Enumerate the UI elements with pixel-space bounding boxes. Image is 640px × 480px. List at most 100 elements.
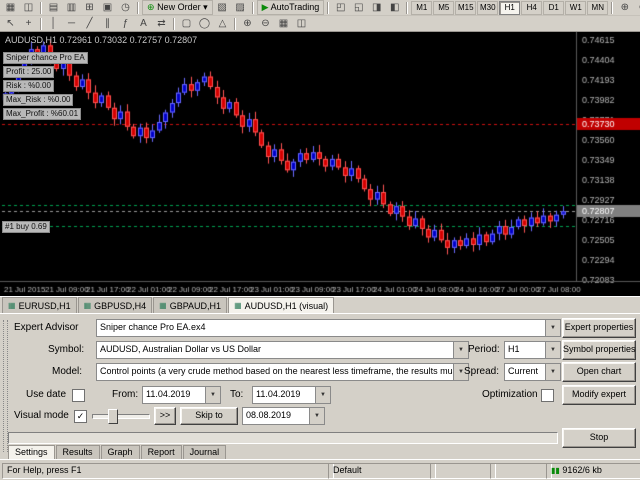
- chevron-down-icon[interactable]: ▼: [315, 387, 330, 403]
- to-date-select[interactable]: 11.04.2019 ▼: [252, 386, 331, 404]
- symbol-value: AUDUSD, Australian Dollar vs US Dollar: [100, 344, 262, 354]
- timeframe-m15-button[interactable]: M15: [455, 0, 477, 15]
- optimization-checkbox[interactable]: [541, 389, 554, 402]
- tester-tab-bar: Settings Results Graph Report Journal: [8, 445, 227, 460]
- zoom-in-icon[interactable]: ⊕: [239, 17, 256, 31]
- new-chart-icon[interactable]: ▦: [2, 1, 19, 15]
- strategy-tester-icon[interactable]: ◷: [117, 1, 134, 15]
- channel-icon[interactable]: ∥: [99, 17, 116, 31]
- ea-max-risk-label: Max_Risk : %0.00: [3, 94, 74, 106]
- chevron-down-icon[interactable]: ▼: [545, 342, 560, 358]
- visual-speed-slider-thumb[interactable]: [108, 409, 118, 424]
- spread-select[interactable]: Current ▼: [504, 363, 561, 381]
- profiles-icon[interactable]: ◫: [20, 1, 37, 15]
- from-date-select[interactable]: 11.04.2019 ▼: [142, 386, 221, 404]
- trendline-icon[interactable]: ╱: [81, 17, 98, 31]
- tab-settings[interactable]: Settings: [8, 445, 55, 460]
- ea-max-profit-label: Max_Profit : %60.01: [3, 108, 82, 120]
- navigator-icon[interactable]: ⊞: [81, 1, 98, 15]
- price-chart-canvas[interactable]: [0, 32, 640, 296]
- crosshair-icon[interactable]: +: [20, 17, 37, 31]
- visual-speed-slider[interactable]: [92, 414, 150, 419]
- from-date-value: 11.04.2019: [146, 389, 191, 399]
- timeframe-h4-button[interactable]: H4: [521, 0, 543, 15]
- chart-tab-audusd-visual[interactable]: ▦ AUDUSD,H1 (visual): [228, 297, 335, 313]
- tab-report[interactable]: Report: [140, 445, 182, 460]
- triangle-icon[interactable]: △: [214, 17, 231, 31]
- toolbar-separator: [40, 17, 42, 30]
- new-order-button[interactable]: ⊕ New Order ▾: [142, 0, 213, 15]
- ea-profit-label: Profit : 25.00: [3, 66, 55, 78]
- candle-chart-icon[interactable]: ◱: [350, 1, 367, 15]
- chart-tab-icon: ▦: [234, 300, 242, 310]
- horizontal-line-icon[interactable]: ─: [63, 17, 80, 31]
- timeframe-d1-button[interactable]: D1: [543, 0, 565, 15]
- status-profile[interactable]: Default: [328, 463, 436, 479]
- zoom-out-icon[interactable]: ⊖: [257, 17, 274, 31]
- timeframe-mn-button[interactable]: MN: [587, 0, 609, 15]
- use-date-checkbox[interactable]: [72, 389, 85, 402]
- symbol-properties-button[interactable]: Symbol properties: [562, 340, 636, 360]
- line-chart-icon[interactable]: ◨: [368, 1, 385, 15]
- objects-icon[interactable]: ▨: [232, 1, 249, 15]
- timeframe-h1-button[interactable]: H1: [499, 0, 521, 15]
- indicators-icon[interactable]: ▧: [214, 1, 231, 15]
- cascade-windows-icon[interactable]: ◫: [293, 17, 310, 31]
- symbol-label: Symbol:: [48, 344, 85, 355]
- stop-button[interactable]: Stop: [562, 428, 636, 448]
- timeframe-m1-button[interactable]: M1: [411, 0, 433, 15]
- open-chart-button[interactable]: Open chart: [562, 362, 636, 382]
- chart-tab-gbpaud[interactable]: ▦ GBPAUD,H1: [153, 297, 228, 313]
- ea-risk-label: Risk : %0.00: [3, 80, 54, 92]
- symbol-select[interactable]: AUDUSD, Australian Dollar vs US Dollar ▼: [96, 341, 469, 359]
- chart-tab-eurusd[interactable]: ▦ EURUSD,H1: [2, 297, 77, 313]
- fast-forward-button[interactable]: >>: [154, 407, 176, 425]
- rectangle-icon[interactable]: ▢: [178, 17, 195, 31]
- status-segment: [490, 463, 552, 479]
- tile-windows-icon[interactable]: ▦: [275, 17, 292, 31]
- chevron-down-icon[interactable]: ▼: [205, 387, 220, 403]
- data-window-icon[interactable]: ▥: [63, 1, 80, 15]
- tab-graph[interactable]: Graph: [100, 445, 140, 460]
- chart-area[interactable]: AUDUSD,H1 0.72961 0.73032 0.72757 0.7280…: [0, 32, 640, 296]
- autotrading-button[interactable]: ▶ AutoTrading: [256, 0, 325, 15]
- expert-advisor-select[interactable]: Sniper chance Pro EA.ex4 ▼: [96, 319, 561, 337]
- bar-chart-icon[interactable]: ◰: [332, 1, 349, 15]
- period-select[interactable]: H1 ▼: [504, 341, 561, 359]
- ellipse-icon[interactable]: ◯: [196, 17, 213, 31]
- model-select[interactable]: Control points (a very crude method base…: [96, 363, 469, 381]
- status-segment: [430, 463, 496, 479]
- status-connection[interactable]: ▮▮ 9162/6 kb: [546, 463, 640, 479]
- market-watch-icon[interactable]: ▤: [45, 1, 62, 15]
- chevron-down-icon[interactable]: ▼: [309, 408, 324, 424]
- timeframe-m30-button[interactable]: M30: [477, 0, 499, 15]
- trade-order-label: #1 buy 0.69: [2, 221, 50, 233]
- zoom-out-icon[interactable]: ⊖: [634, 1, 640, 15]
- expert-properties-button[interactable]: Expert properties: [562, 318, 636, 338]
- chart-shift-icon[interactable]: ◧: [386, 1, 403, 15]
- plus-icon: ⊕: [147, 2, 155, 12]
- tab-journal[interactable]: Journal: [182, 445, 227, 460]
- modify-expert-button[interactable]: Modify expert: [562, 385, 636, 405]
- vertical-line-icon[interactable]: │: [45, 17, 62, 31]
- zoom-in-icon[interactable]: ⊕: [616, 1, 633, 15]
- chevron-down-icon[interactable]: ▼: [453, 342, 468, 358]
- toolbar-separator: [251, 1, 254, 14]
- text-label-icon[interactable]: A: [135, 17, 152, 31]
- cursor-icon[interactable]: ↖: [2, 17, 19, 31]
- period-value: H1: [508, 344, 520, 354]
- visual-mode-checkbox[interactable]: ✓: [74, 410, 87, 423]
- strategy-tester-panel: Expert Advisor Sniper chance Pro EA.ex4 …: [0, 313, 640, 460]
- chevron-down-icon[interactable]: ▼: [545, 320, 560, 336]
- terminal-icon[interactable]: ▣: [99, 1, 116, 15]
- skip-to-button[interactable]: Skip to: [180, 407, 238, 425]
- chart-tab-gbpusd[interactable]: ▦ GBPUSD,H4: [77, 297, 153, 313]
- skip-to-date-select[interactable]: 08.08.2019 ▼: [242, 407, 325, 425]
- tab-results[interactable]: Results: [55, 445, 100, 460]
- timeframe-m5-button[interactable]: M5: [433, 0, 455, 15]
- arrows-icon[interactable]: ⇄: [153, 17, 170, 31]
- chevron-down-icon: ▾: [203, 2, 208, 12]
- fibonacci-icon[interactable]: ƒ: [117, 17, 134, 31]
- timeframe-w1-button[interactable]: W1: [565, 0, 587, 15]
- chevron-down-icon[interactable]: ▼: [545, 364, 560, 380]
